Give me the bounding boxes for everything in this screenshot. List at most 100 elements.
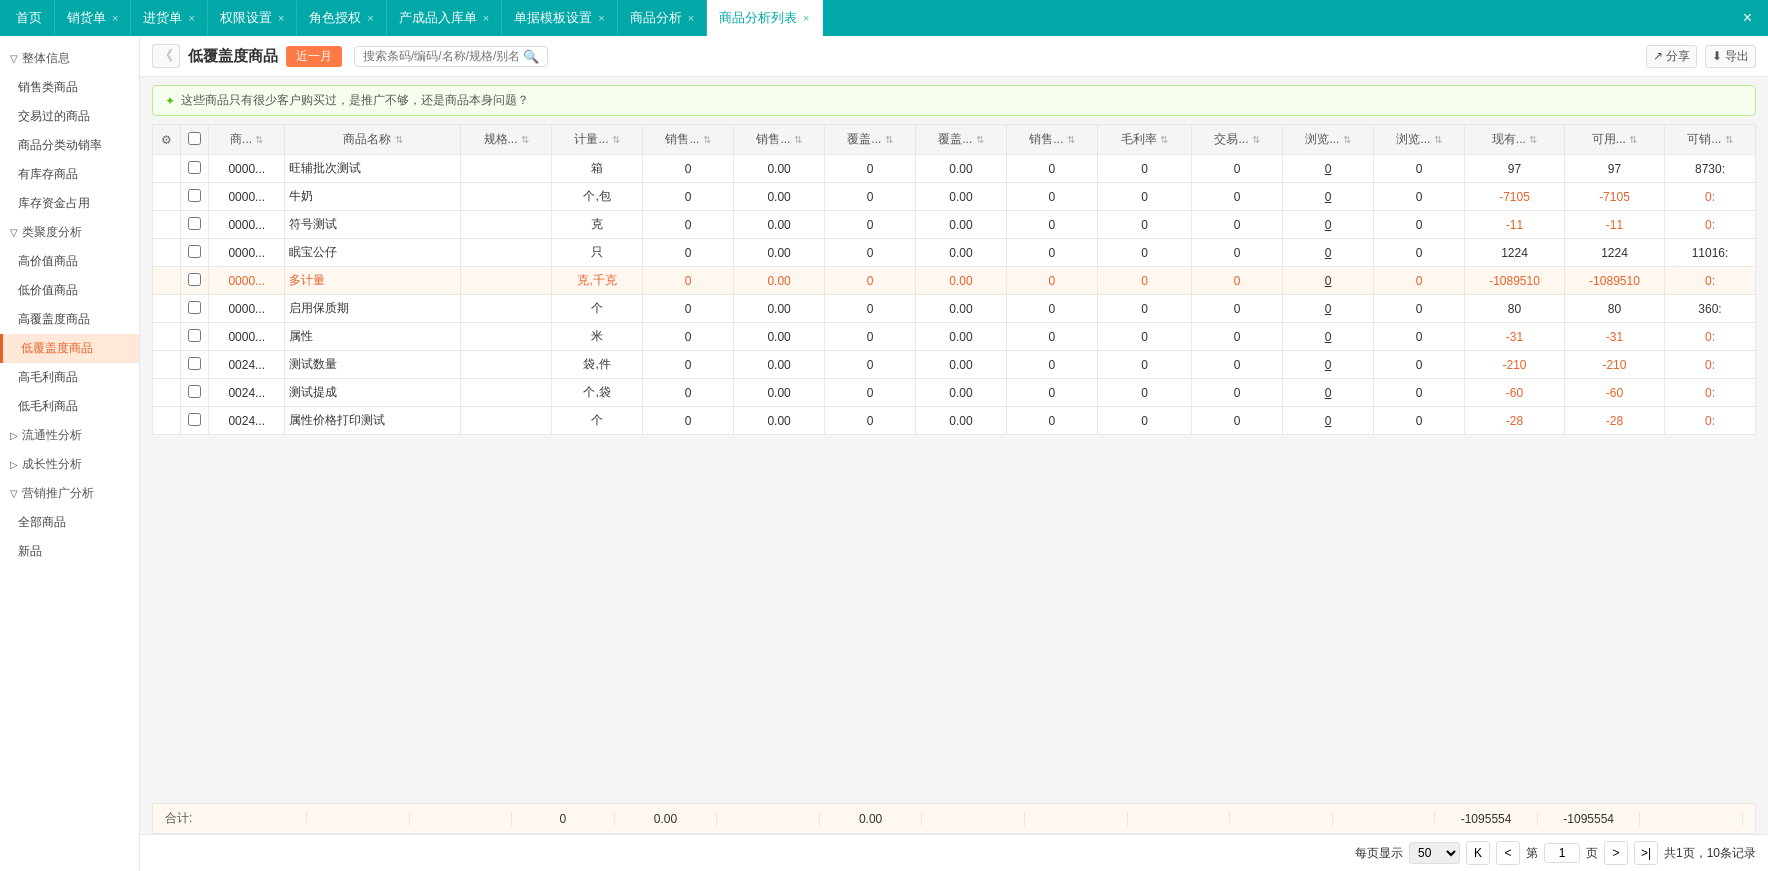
- col-coverage2[interactable]: 覆盖... ⇅: [915, 125, 1006, 155]
- col-current[interactable]: 现有... ⇅: [1465, 125, 1565, 155]
- sidebar-section-marketing[interactable]: ▽ 营销推广分析: [0, 479, 139, 508]
- nav-close-product-analysis[interactable]: ×: [688, 0, 694, 36]
- col-unit[interactable]: 计量... ⇅: [552, 125, 643, 155]
- sidebar-item-low-coverage[interactable]: 低覆盖度商品: [0, 334, 139, 363]
- per-page-select[interactable]: 102050100: [1409, 842, 1460, 864]
- sidebar-item-all-products[interactable]: 全部商品: [0, 508, 139, 537]
- col-sales-count2[interactable]: 销售... ⇅: [1006, 125, 1097, 155]
- col-trade[interactable]: 交易... ⇅: [1192, 125, 1283, 155]
- col-coverage1[interactable]: 覆盖... ⇅: [825, 125, 916, 155]
- sidebar-item-new-products[interactable]: 新品: [0, 537, 139, 566]
- nav-close-product-analysis-list[interactable]: ×: [803, 0, 809, 36]
- nav-close-purchase-order[interactable]: ×: [188, 0, 194, 36]
- row-checkbox[interactable]: [188, 385, 201, 398]
- cell-checkbox[interactable]: [181, 407, 209, 435]
- nav-product-analysis[interactable]: 商品分析 ×: [618, 0, 707, 36]
- sidebar-item-low-margin[interactable]: 低毛利商品: [0, 392, 139, 421]
- sidebar-section-circulation[interactable]: ▷ 流通性分析: [0, 421, 139, 450]
- close-all-tabs[interactable]: ×: [1731, 9, 1764, 27]
- col-browse2[interactable]: 浏览... ⇅: [1374, 125, 1465, 155]
- browse-link[interactable]: 0: [1325, 414, 1332, 428]
- browse-link[interactable]: 0: [1325, 302, 1332, 316]
- sidebar-item-stock-capital[interactable]: 库存资金占用: [0, 189, 139, 218]
- col-available[interactable]: 可用... ⇅: [1565, 125, 1665, 155]
- cell-checkbox[interactable]: [181, 155, 209, 183]
- select-all-checkbox[interactable]: [188, 132, 201, 145]
- cell-checkbox[interactable]: [181, 267, 209, 295]
- sidebar-section-overall[interactable]: ▽ 整体信息: [0, 44, 139, 73]
- nav-sales-order[interactable]: 销货单 ×: [55, 0, 131, 36]
- sidebar-section-cluster[interactable]: ▽ 类聚度分析: [0, 218, 139, 247]
- cell-checkbox[interactable]: [181, 295, 209, 323]
- cell-browse2: 0: [1374, 239, 1465, 267]
- row-checkbox[interactable]: [188, 189, 201, 202]
- row-checkbox[interactable]: [188, 413, 201, 426]
- nav-close-permissions[interactable]: ×: [278, 0, 284, 36]
- row-checkbox[interactable]: [188, 161, 201, 174]
- sidebar-collapse-btn[interactable]: 《: [152, 44, 180, 68]
- nav-template-settings[interactable]: 单据模板设置 ×: [502, 0, 617, 36]
- row-checkbox[interactable]: [188, 273, 201, 286]
- col-code[interactable]: 商... ⇅: [209, 125, 285, 155]
- export-button[interactable]: ⬇ 导出: [1705, 45, 1756, 68]
- browse-link[interactable]: 0: [1325, 190, 1332, 204]
- next-page-btn[interactable]: >: [1604, 841, 1628, 865]
- sidebar-item-high-margin[interactable]: 高毛利商品: [0, 363, 139, 392]
- share-button[interactable]: ↗ 分享: [1646, 45, 1697, 68]
- sidebar-item-high-value[interactable]: 高价值商品: [0, 247, 139, 276]
- sidebar-item-in-stock[interactable]: 有库存商品: [0, 160, 139, 189]
- gear-icon[interactable]: ⚙: [161, 133, 172, 147]
- nav-permissions[interactable]: 权限设置 ×: [208, 0, 297, 36]
- browse-link[interactable]: 0: [1325, 330, 1332, 344]
- browse-link[interactable]: 0: [1325, 246, 1332, 260]
- nav-purchase-order[interactable]: 进货单 ×: [131, 0, 207, 36]
- col-sales-amount[interactable]: 销售... ⇅: [734, 125, 825, 155]
- col-spec[interactable]: 规格... ⇅: [461, 125, 552, 155]
- prev-page-btn[interactable]: <: [1496, 841, 1520, 865]
- row-checkbox[interactable]: [188, 217, 201, 230]
- cell-checkbox[interactable]: [181, 239, 209, 267]
- row-checkbox[interactable]: [188, 329, 201, 342]
- col-browse1[interactable]: 浏览... ⇅: [1283, 125, 1374, 155]
- browse-link[interactable]: 0: [1325, 386, 1332, 400]
- sidebar-item-category-rate[interactable]: 商品分类动销率: [0, 131, 139, 160]
- cell-checkbox[interactable]: [181, 323, 209, 351]
- row-checkbox[interactable]: [188, 301, 201, 314]
- row-checkbox[interactable]: [188, 245, 201, 258]
- cell-checkbox[interactable]: [181, 183, 209, 211]
- date-filter-btn[interactable]: 近一月: [286, 46, 342, 67]
- cell-code: 0000...: [209, 183, 285, 211]
- nav-finished-goods[interactable]: 产成品入库单 ×: [387, 0, 502, 36]
- col-sellable[interactable]: 可销... ⇅: [1664, 125, 1755, 155]
- cell-checkbox[interactable]: [181, 211, 209, 239]
- nav-close-template-settings[interactable]: ×: [598, 0, 604, 36]
- cell-checkbox[interactable]: [181, 379, 209, 407]
- browse-link[interactable]: 0: [1325, 358, 1332, 372]
- nav-close-finished-goods[interactable]: ×: [483, 0, 489, 36]
- nav-role-auth[interactable]: 角色授权 ×: [297, 0, 386, 36]
- cell-checkbox[interactable]: [181, 351, 209, 379]
- nav-product-analysis-list[interactable]: 商品分析列表 ×: [707, 0, 822, 36]
- sidebar-item-sales-products[interactable]: 销售类商品: [0, 73, 139, 102]
- sidebar-item-low-value[interactable]: 低价值商品: [0, 276, 139, 305]
- sidebar-item-traded-products[interactable]: 交易过的商品: [0, 102, 139, 131]
- browse-link[interactable]: 0: [1325, 274, 1332, 288]
- browse-link[interactable]: 0: [1325, 218, 1332, 232]
- search-input[interactable]: [363, 49, 523, 63]
- col-name[interactable]: 商品名称 ⇅: [285, 125, 461, 155]
- col-settings[interactable]: ⚙: [153, 125, 181, 155]
- sidebar-section-growth[interactable]: ▷ 成长性分析: [0, 450, 139, 479]
- first-page-btn[interactable]: K: [1466, 841, 1490, 865]
- row-checkbox[interactable]: [188, 357, 201, 370]
- cell-available: 1224: [1565, 239, 1665, 267]
- col-gross-rate[interactable]: 毛利率 ⇅: [1097, 125, 1191, 155]
- sidebar-item-high-coverage[interactable]: 高覆盖度商品: [0, 305, 139, 334]
- page-input[interactable]: [1544, 843, 1580, 863]
- nav-close-role-auth[interactable]: ×: [367, 0, 373, 36]
- last-page-btn[interactable]: >|: [1634, 841, 1658, 865]
- col-sales-count[interactable]: 销售... ⇅: [643, 125, 734, 155]
- nav-home[interactable]: 首页: [4, 0, 55, 36]
- nav-close-sales-order[interactable]: ×: [112, 0, 118, 36]
- browse-link[interactable]: 0: [1325, 162, 1332, 176]
- footer-gr: [1025, 812, 1128, 826]
